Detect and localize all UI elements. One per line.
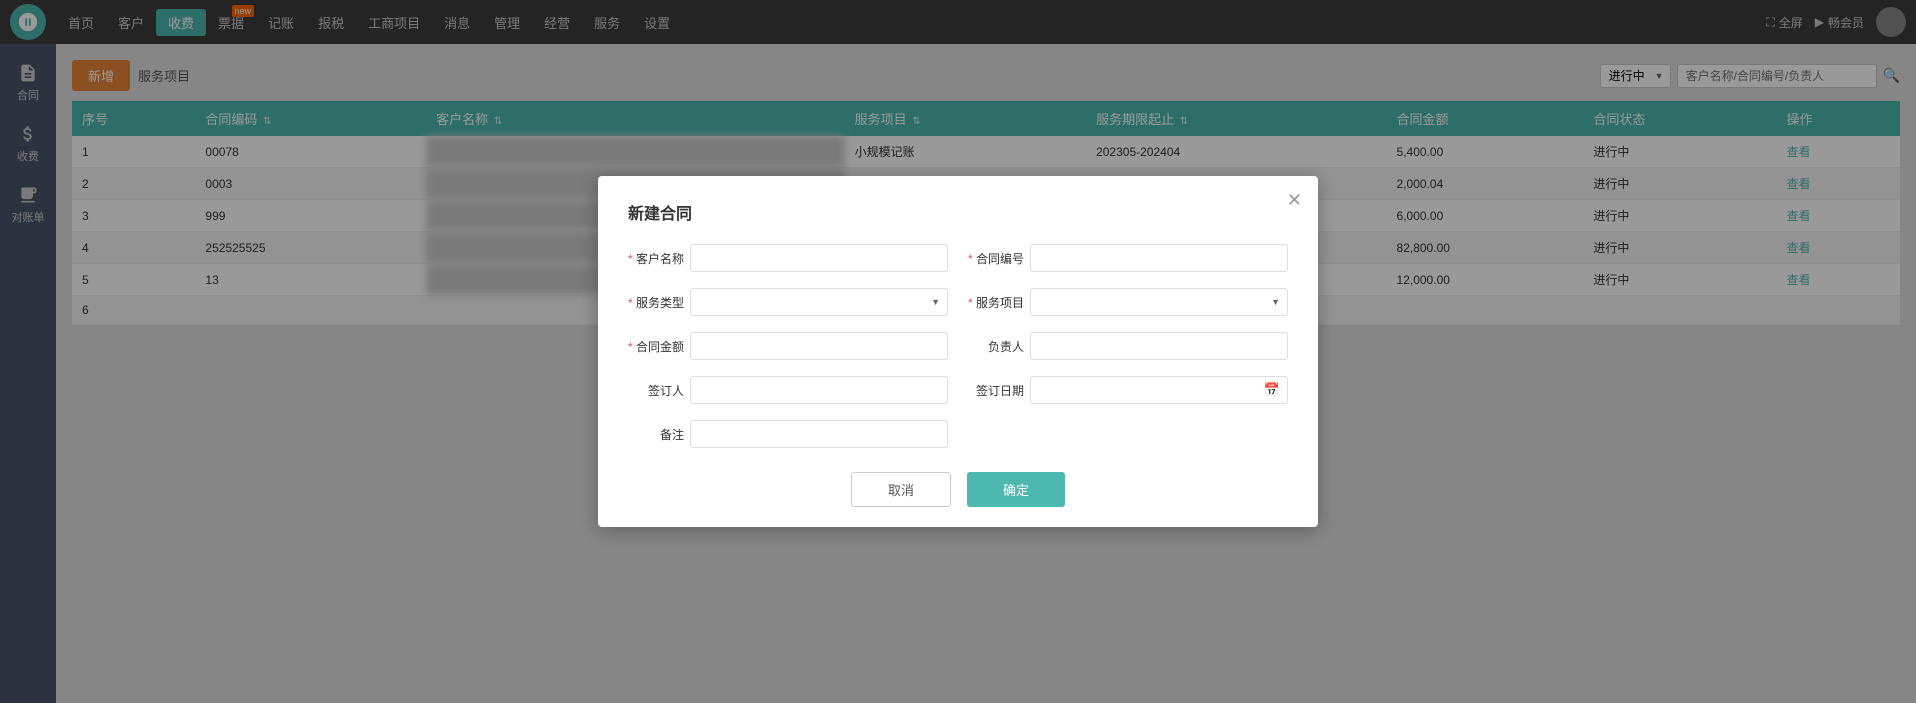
cancel-button[interactable]: 取消 bbox=[851, 472, 951, 507]
service-type-select-wrapper bbox=[690, 288, 948, 316]
field-responsible: 负责人 bbox=[968, 332, 1288, 360]
signer-label: 签订人 bbox=[628, 382, 684, 399]
form-row-2: 服务类型 服务项目 bbox=[628, 288, 1288, 316]
sign-date-input[interactable]: 2023-06-06 bbox=[1030, 376, 1288, 404]
field-customer-name: 客户名称 bbox=[628, 244, 948, 272]
modal-footer: 取消 确定 bbox=[628, 472, 1288, 507]
service-item-label: 服务项目 bbox=[968, 294, 1024, 311]
field-sign-date: 签订日期 2023-06-06 📅 bbox=[968, 376, 1288, 404]
sign-date-label: 签订日期 bbox=[968, 382, 1024, 399]
form-row-4: 签订人 签订日期 2023-06-06 📅 bbox=[628, 376, 1288, 404]
field-contract-amount: 合同金额 0.00 bbox=[628, 332, 948, 360]
modal-overlay: 新建合同 ✕ 客户名称 合同编号 服务类型 bbox=[0, 0, 1916, 703]
modal-close-button[interactable]: ✕ bbox=[1287, 190, 1302, 211]
form-row-5: 备注 bbox=[628, 420, 1288, 448]
responsible-input[interactable] bbox=[1030, 332, 1288, 360]
new-contract-modal: 新建合同 ✕ 客户名称 合同编号 服务类型 bbox=[598, 176, 1318, 527]
service-type-label: 服务类型 bbox=[628, 294, 684, 311]
service-item-select-wrapper bbox=[1030, 288, 1288, 316]
form-row-1: 客户名称 合同编号 bbox=[628, 244, 1288, 272]
customer-name-label: 客户名称 bbox=[628, 250, 684, 267]
sign-date-wrapper: 2023-06-06 📅 bbox=[1030, 376, 1288, 404]
service-type-select[interactable] bbox=[690, 288, 948, 316]
contract-amount-input[interactable]: 0.00 bbox=[690, 332, 948, 360]
contract-no-label: 合同编号 bbox=[968, 250, 1024, 267]
form-row-3: 合同金额 0.00 负责人 bbox=[628, 332, 1288, 360]
notes-label: 备注 bbox=[628, 426, 684, 443]
notes-input[interactable] bbox=[690, 420, 948, 448]
signer-input[interactable] bbox=[690, 376, 948, 404]
responsible-label: 负责人 bbox=[968, 338, 1024, 355]
modal-title: 新建合同 bbox=[628, 200, 1288, 224]
customer-name-input[interactable] bbox=[690, 244, 948, 272]
field-notes: 备注 bbox=[628, 420, 948, 448]
confirm-button[interactable]: 确定 bbox=[967, 472, 1065, 507]
field-service-item: 服务项目 bbox=[968, 288, 1288, 316]
contract-amount-label: 合同金额 bbox=[628, 338, 684, 355]
field-service-type: 服务类型 bbox=[628, 288, 948, 316]
service-item-select[interactable] bbox=[1030, 288, 1288, 316]
contract-no-input[interactable] bbox=[1030, 244, 1288, 272]
field-contract-no: 合同编号 bbox=[968, 244, 1288, 272]
field-signer: 签订人 bbox=[628, 376, 948, 404]
